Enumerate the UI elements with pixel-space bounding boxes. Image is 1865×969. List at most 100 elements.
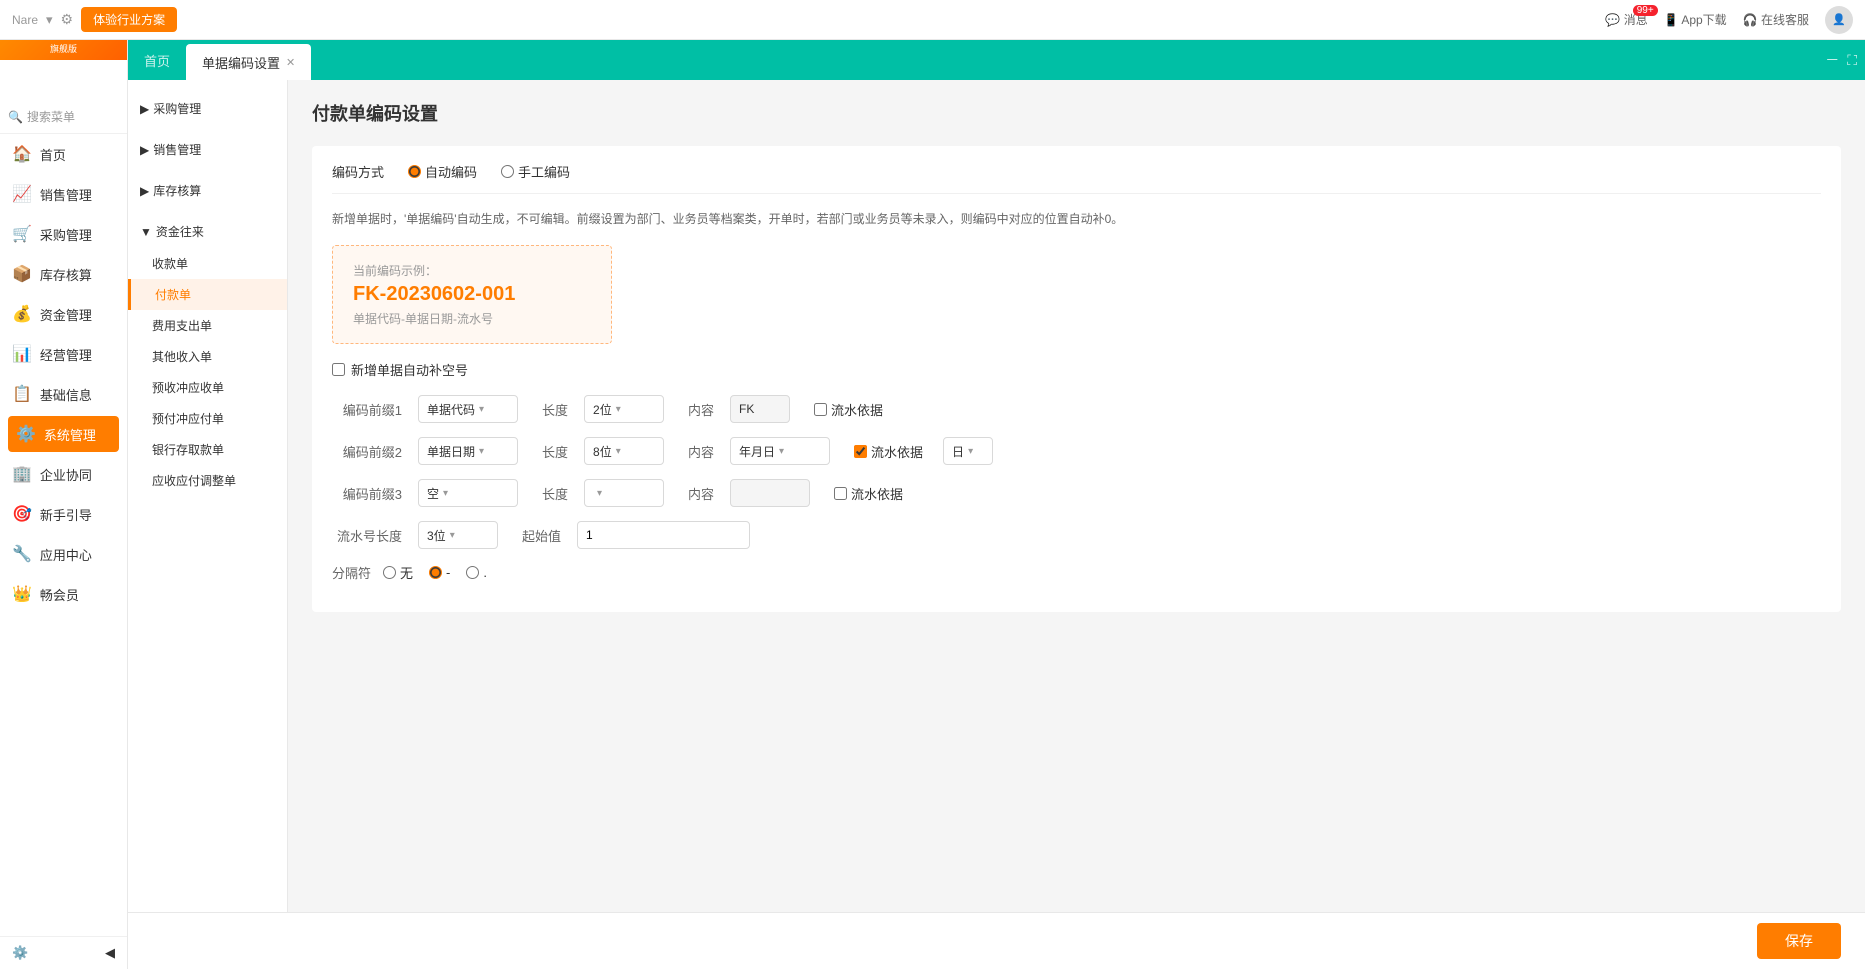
finance-icon: 💰 [12, 304, 32, 324]
sep-none-input[interactable] [383, 566, 396, 579]
inventory-icon: 📦 [12, 264, 32, 284]
sec-child-receipt[interactable]: 收款单 [128, 248, 287, 279]
prefix-row-1: 编码前缀1 单据代码 ▾ 长度 2位 ▾ 内容 FK 流水依据 [332, 395, 1821, 423]
message-icon: 💬 [1605, 13, 1620, 27]
online-service[interactable]: 🎧 在线客服 [1743, 11, 1809, 28]
message-wrap[interactable]: 💬 消息 99+ [1605, 11, 1647, 28]
minimize-icon[interactable]: － [1825, 50, 1839, 70]
tab-home[interactable]: 首页 [128, 40, 186, 80]
tab-encode-setting[interactable]: 单据编码设置 ✕ [186, 44, 311, 80]
sec-child-ar-ap-adjust[interactable]: 应收应付调整单 [128, 465, 287, 496]
settings-icon[interactable]: ⚙ [61, 11, 74, 28]
main-content: 付款单编码设置 编码方式 自动编码 手工编码 新增单据时，'单据编码'自动生成，… [288, 80, 1865, 912]
sec-child-bank-deposit[interactable]: 银行存取款单 [128, 434, 287, 465]
prefix-2-serial-wrap: 流水依据 [854, 442, 923, 461]
sidebar-item-basic[interactable]: 📋 基础信息 [0, 374, 127, 414]
sidebar-item-apps[interactable]: 🔧 应用中心 [0, 534, 127, 574]
sidebar-search[interactable]: 🔍 搜索菜单 [0, 100, 127, 134]
prefix-2-length-chevron-icon: ▾ [616, 446, 621, 457]
prefix-3-content-label: 内容 [688, 484, 714, 503]
sidebar-item-inventory[interactable]: 📦 库存核算 [0, 254, 127, 294]
member-icon: 👑 [12, 584, 32, 604]
sales-icon: 📈 [12, 184, 32, 204]
auto-encode-radio[interactable]: 自动编码 [408, 162, 477, 181]
auto-fill-checkbox[interactable] [332, 363, 345, 376]
separator-row: 分隔符 无 - . [332, 563, 1821, 582]
prefix-2-content-select[interactable]: 年月日 ▾ [730, 437, 830, 465]
sidebar-item-newbie[interactable]: 🎯 新手引导 [0, 494, 127, 534]
trial-btn[interactable]: 体验行业方案 [81, 7, 177, 32]
main-wrapper: 首页 单据编码设置 ✕ － ⛶ ▶ 采购管理 ▶ 销售管理 [128, 0, 1865, 969]
top-bar-right: 💬 消息 99+ 📱 App下载 🎧 在线客服 👤 [1605, 6, 1853, 34]
sec-child-payment[interactable]: 付款单 [128, 279, 287, 310]
prefix-1-chevron-icon: ▾ [479, 404, 484, 415]
prefix-2-serial-checkbox[interactable] [854, 445, 867, 458]
sep-dot-radio[interactable]: . [466, 565, 487, 580]
auto-encode-input[interactable] [408, 165, 421, 178]
prefix-2-chevron-icon: ▾ [479, 446, 484, 457]
prefix-3-serial-checkbox[interactable] [834, 487, 847, 500]
chevron-sales-icon: ▶ [140, 143, 149, 157]
prefix-row-3: 编码前缀3 空 ▾ 长度 ▾ 内容 流水依据 [332, 479, 1821, 507]
start-value-input[interactable] [577, 521, 750, 549]
preview-code: FK-20230602-001 [353, 283, 591, 306]
prefix-1-serial-checkbox[interactable] [814, 403, 827, 416]
sidebar-item-home[interactable]: 🏠 首页 [0, 134, 127, 174]
prefix-1-length-select[interactable]: 2位 ▾ [584, 395, 664, 423]
purchase-icon: 🛒 [12, 224, 32, 244]
save-button[interactable]: 保存 [1757, 923, 1841, 959]
preview-box: 当前编码示例： FK-20230602-001 单据代码-单据日期-流水号 [332, 245, 612, 344]
prefix-2-length-select[interactable]: 8位 ▾ [584, 437, 664, 465]
sec-parent-purchase[interactable]: ▶ 采购管理 [128, 92, 287, 125]
prefix-3-length-select[interactable]: ▾ [584, 479, 664, 507]
content-area: ▶ 采购管理 ▶ 销售管理 ▶ 库存核算 ▼ 资金往来 [128, 80, 1865, 912]
sidebar-item-finance[interactable]: 💰 资金管理 [0, 294, 127, 334]
prefix-3-select[interactable]: 空 ▾ [418, 479, 518, 507]
auto-fill-label: 新增单据自动补空号 [351, 360, 468, 379]
dropdown-arrow-icon[interactable]: ▾ [46, 12, 53, 28]
maximize-icon[interactable]: ⛶ [1847, 52, 1857, 69]
sep-dash-radio[interactable]: - [429, 565, 450, 580]
tab-close-icon[interactable]: ✕ [286, 56, 295, 69]
sec-parent-inventory[interactable]: ▶ 库存核算 [128, 174, 287, 207]
sidebar-nav: 🏠 首页 📈 销售管理 🛒 采购管理 📦 库存核算 💰 资金管理 📊 经营管理 … [0, 134, 127, 936]
sec-child-other-income[interactable]: 其他收入单 [128, 341, 287, 372]
prefix-2-day-select[interactable]: 日 ▾ [943, 437, 993, 465]
sec-child-prepay-payable[interactable]: 预付冲应付单 [128, 403, 287, 434]
sep-none-radio[interactable]: 无 [383, 563, 413, 582]
prefix-1-select[interactable]: 单据代码 ▾ [418, 395, 518, 423]
sidebar-item-system[interactable]: ⚙️ 系统管理 [8, 416, 119, 452]
sidebar-settings-icon[interactable]: ⚙️ [12, 945, 28, 961]
user-avatar[interactable]: 👤 [1825, 6, 1853, 34]
top-bar-left: Nare ▾ ⚙ 体验行业方案 [12, 7, 1605, 32]
sec-parent-finance[interactable]: ▼ 资金往来 [128, 215, 287, 248]
prefix-1-serial-wrap: 流水依据 [814, 400, 883, 419]
sec-child-prepay-receivable[interactable]: 预收冲应收单 [128, 372, 287, 403]
chevron-purchase-icon: ▶ [140, 102, 149, 116]
prefix-3-label: 编码前缀3 [332, 484, 402, 503]
sidebar-item-operations[interactable]: 📊 经营管理 [0, 334, 127, 374]
bottom-bar: 保存 [128, 912, 1865, 969]
serial-row: 流水号长度 3位 ▾ 起始值 [332, 521, 1821, 549]
sec-child-expense[interactable]: 费用支出单 [128, 310, 287, 341]
sec-group-inventory: ▶ 库存核算 [128, 170, 287, 211]
sidebar-item-enterprise[interactable]: 🏢 企业协同 [0, 454, 127, 494]
sidebar-item-member[interactable]: 👑 畅会员 [0, 574, 127, 614]
manual-encode-radio[interactable]: 手工编码 [501, 162, 570, 181]
prefix-2-select[interactable]: 单据日期 ▾ [418, 437, 518, 465]
manual-encode-input[interactable] [501, 165, 514, 178]
sidebar-item-sales[interactable]: 📈 销售管理 [0, 174, 127, 214]
serial-length-select[interactable]: 3位 ▾ [418, 521, 498, 549]
sidebar-collapse-icon[interactable]: ◀ [105, 945, 115, 961]
home-icon: 🏠 [12, 144, 32, 164]
sep-dot-input[interactable] [466, 566, 479, 579]
download-icon: 📱 [1664, 13, 1679, 27]
app-download[interactable]: 📱 App下载 [1664, 11, 1727, 28]
newbie-icon: 🎯 [12, 504, 32, 524]
message-badge: 99+ [1633, 5, 1658, 16]
preview-label: 当前编码示例： [353, 262, 591, 279]
sep-dash-input[interactable] [429, 566, 442, 579]
secondary-sidebar: ▶ 采购管理 ▶ 销售管理 ▶ 库存核算 ▼ 资金往来 [128, 80, 288, 912]
sec-parent-sales[interactable]: ▶ 销售管理 [128, 133, 287, 166]
sidebar-item-purchase[interactable]: 🛒 采购管理 [0, 214, 127, 254]
